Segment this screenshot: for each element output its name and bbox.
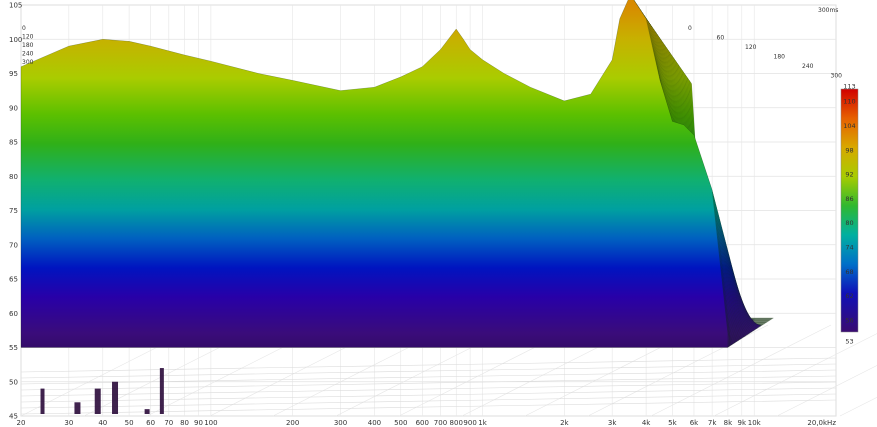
noise-fragment: [112, 381, 119, 414]
time-unit-label: 300ms: [818, 7, 838, 14]
x-tick-label: 60: [146, 419, 155, 427]
colorbar-tick-label: 98: [845, 146, 853, 154]
x-tick-label: 100: [204, 419, 217, 427]
time-tick-label: 0: [688, 25, 692, 32]
x-tick-label: 80: [180, 419, 189, 427]
colorbar-tick-label: 68: [845, 268, 853, 276]
noise-fragment: [144, 409, 150, 414]
y-tick-label: 85: [9, 139, 18, 147]
x-tick-label: 300: [334, 419, 347, 427]
x-tick-label: 9k: [738, 419, 747, 427]
x-tick-label: 40: [98, 419, 107, 427]
x-tick-label: 200: [286, 419, 299, 427]
colorbar-tick-label: 92: [845, 171, 853, 179]
x-tick-label: 5k: [668, 419, 677, 427]
x-tick-label: 400: [368, 419, 381, 427]
floor-line: [20, 375, 837, 391]
time-tick-label: 120: [22, 34, 34, 41]
x-tick-label: 20,0kHz: [807, 419, 836, 427]
y-tick-label: 70: [9, 241, 18, 249]
x-tick-label: 30: [64, 419, 73, 427]
colorbar-tick-label: 62: [845, 292, 853, 300]
time-tick-label: 60: [717, 35, 725, 42]
floor-line: [20, 387, 837, 403]
floor-line: [20, 357, 837, 373]
y-tick-label: 75: [9, 207, 18, 215]
y-tick-label: 50: [9, 378, 18, 386]
noise-fragment: [74, 402, 81, 414]
y-axis-ticks: 45 50 55 60 65 70 75 80 85 90 95 100 105: [9, 2, 22, 421]
x-tick-label: 3k: [608, 419, 617, 427]
y-tick-label: 55: [9, 344, 18, 352]
colorbar-tick-label: 53: [845, 338, 853, 346]
colorbar: 113 110 104 98 92 86 80 74 68 62 56 53: [840, 83, 859, 346]
time-tick-label: 240: [22, 51, 34, 58]
colorbar-tick-label: 80: [845, 219, 853, 227]
time-tick-label: 0: [22, 25, 26, 32]
floor-line: [20, 399, 837, 415]
y-tick-label: 105: [9, 2, 22, 10]
floor-line: [20, 363, 837, 379]
floor-line: [20, 381, 837, 397]
x-tick-label: 8k: [724, 419, 733, 427]
waterfall-surface: [20, 0, 774, 414]
colorbar-tick-label: 113: [843, 83, 855, 91]
time-tick-label: 120: [745, 44, 757, 51]
x-tick-label: 600: [416, 419, 429, 427]
x-tick-label: 4k: [642, 419, 651, 427]
x-tick-label: 500: [394, 419, 407, 427]
x-tick-label: 1k: [478, 419, 487, 427]
x-axis-ticks: 20 30 40 50 60 70 80 90 100 200 300 400 500 600 700 800…: [17, 419, 837, 427]
y-tick-label: 45: [9, 413, 18, 421]
y-tick-label: 65: [9, 276, 18, 284]
y-tick-label: 90: [9, 104, 18, 112]
noise-fragment: [94, 388, 101, 414]
colorbar-tick-label: 56: [845, 316, 853, 324]
floor-line: [20, 393, 837, 409]
y-tick-label: 100: [9, 36, 22, 44]
x-tick-label: 70: [164, 419, 173, 427]
noise-fragment: [159, 368, 164, 414]
time-tick-label: 240: [802, 63, 814, 70]
x-tick-label: 6k: [690, 419, 699, 427]
x-tick-label: 50: [125, 419, 134, 427]
y-tick-label: 80: [9, 173, 18, 181]
x-tick-label: 900: [463, 419, 476, 427]
colorbar-tick-label: 86: [845, 195, 853, 203]
time-tick-label: 180: [774, 54, 786, 61]
x-tick-label: 7k: [708, 419, 717, 427]
time-tick-label: 300: [831, 73, 843, 80]
waterfall-plot: 20 30 40 50 60 70 80 90 100 200 300 400 500 600 700 800…: [9, 0, 877, 427]
time-tick-label: 300: [22, 59, 34, 66]
x-tick-label: 700: [434, 419, 447, 427]
x-tick-label: 90: [194, 419, 203, 427]
colorbar-tick-label: 74: [845, 243, 853, 251]
colorbar-tick-label: 104: [843, 122, 855, 130]
noise-fragment: [40, 388, 45, 414]
y-tick-label: 95: [9, 70, 18, 78]
colorbar-tick-label: 110: [843, 98, 855, 106]
x-tick-label: 10k: [748, 419, 762, 427]
x-tick-label: 2k: [560, 419, 569, 427]
time-tick-label: 180: [22, 42, 34, 49]
x-tick-label: 800: [450, 419, 463, 427]
y-tick-label: 60: [9, 310, 18, 318]
